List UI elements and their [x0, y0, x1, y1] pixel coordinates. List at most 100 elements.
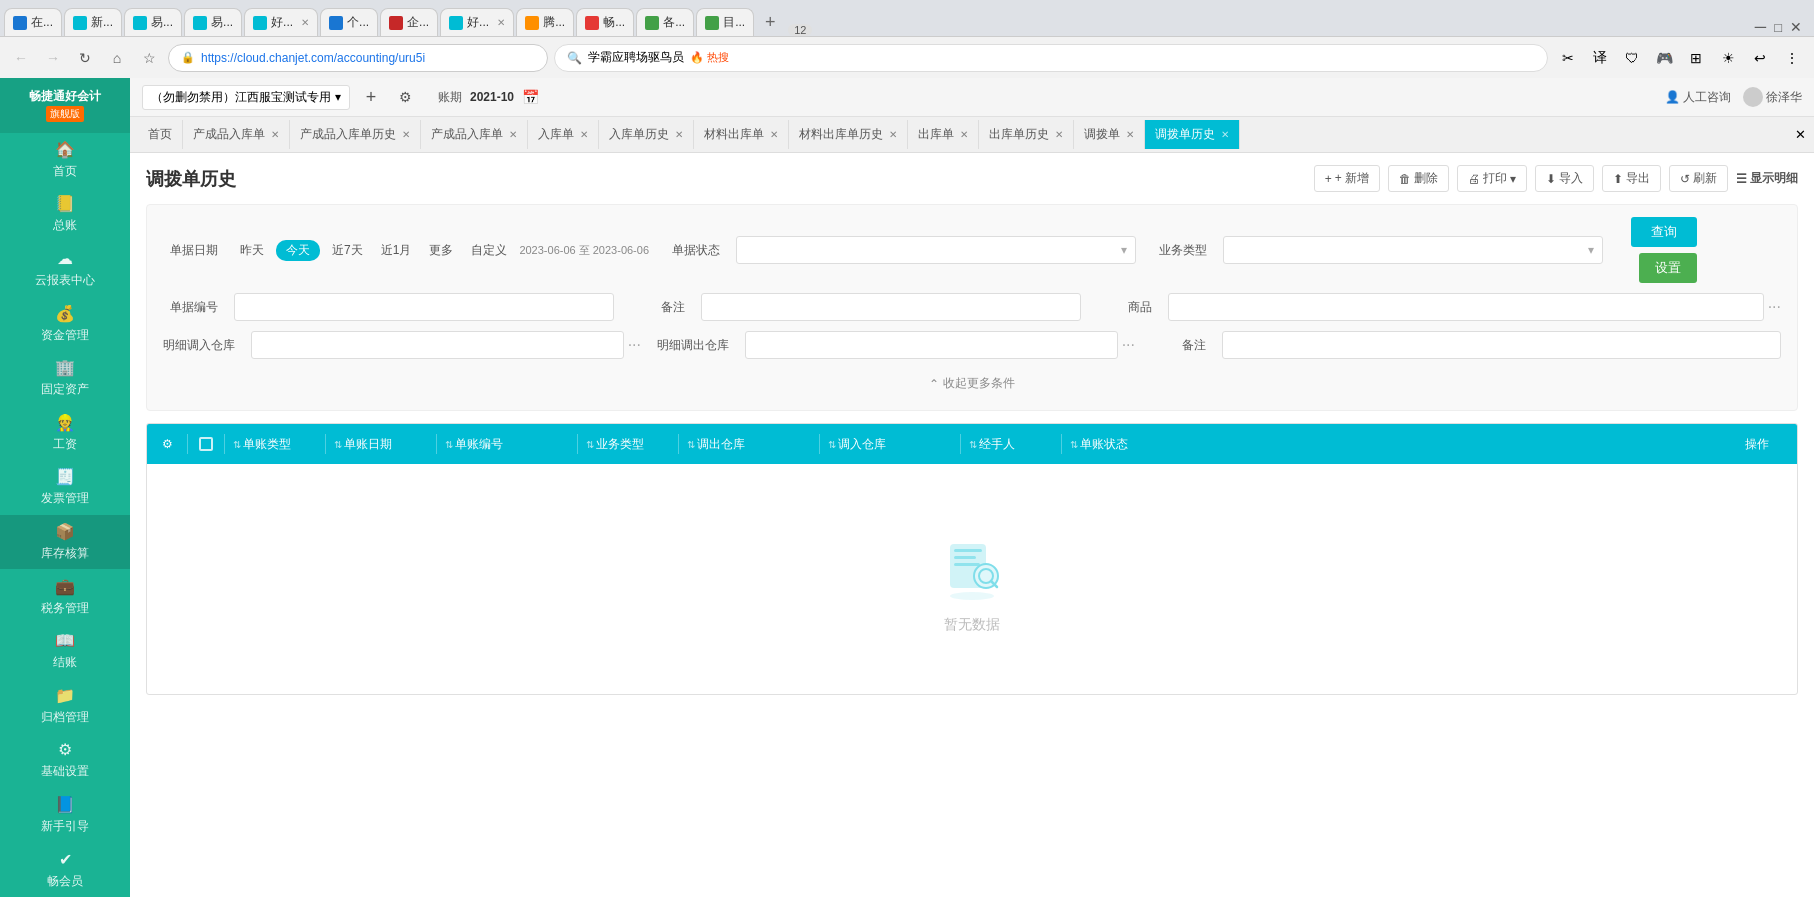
th-biz[interactable]: ⇅ 业务类型	[578, 426, 678, 463]
sidebar-item-archive[interactable]: 📁 归档管理	[0, 679, 130, 734]
detail-out-input[interactable]	[745, 331, 1118, 359]
close-transfer[interactable]: ✕	[1126, 129, 1134, 140]
close-material-outbound-history[interactable]: ✕	[889, 129, 897, 140]
sidebar-item-invoice[interactable]: 🧾 发票管理	[0, 460, 130, 515]
sidebar-item-close-account[interactable]: 📖 结账	[0, 624, 130, 679]
tab-transfer[interactable]: 调拨单 ✕	[1074, 120, 1145, 149]
browser-tab-8[interactable]: 好... ✕	[440, 8, 514, 36]
sidebar-item-salary[interactable]: 👷 工资	[0, 406, 130, 461]
sidebar-item-tax[interactable]: 💼 税务管理	[0, 569, 130, 624]
detail-in-ellipsis[interactable]: ···	[628, 336, 641, 354]
window-minimize[interactable]: ─	[1755, 18, 1766, 36]
th-in[interactable]: ⇅ 调入仓库	[820, 426, 960, 463]
support-button[interactable]: 👤 人工咨询	[1665, 89, 1731, 106]
tab-close-5[interactable]: ✕	[301, 17, 309, 28]
import-button[interactable]: ⬇ 导入	[1535, 165, 1594, 192]
browser-tab-4[interactable]: 易...	[184, 8, 242, 36]
browser-tab-1[interactable]: 在...	[4, 8, 62, 36]
window-close[interactable]: ✕	[1790, 19, 1802, 35]
close-inbound-history[interactable]: ✕	[675, 129, 683, 140]
date-7days-btn[interactable]: 近7天	[326, 240, 369, 261]
tab-material-outbound[interactable]: 材料出库单 ✕	[694, 120, 789, 149]
close-outbound-history[interactable]: ✕	[1055, 129, 1063, 140]
close-inbound[interactable]: ✕	[580, 129, 588, 140]
brightness-ext[interactable]: ☀	[1714, 44, 1742, 72]
address-input[interactable]: 🔒 https://cloud.chanjet.com/accounting/u…	[168, 44, 548, 72]
company-settings-button[interactable]: ⚙	[392, 84, 418, 110]
th-checkbox[interactable]	[188, 427, 224, 461]
tab-inbound-history[interactable]: 入库单历史 ✕	[599, 120, 694, 149]
company-selector[interactable]: （勿删勿禁用）江西服宝测试专用 ▾	[142, 85, 350, 110]
sidebar-item-member[interactable]: ✔ 畅会员	[0, 842, 130, 897]
home-button[interactable]: ⌂	[104, 45, 130, 71]
sidebar-item-home[interactable]: 🏠 首页	[0, 133, 130, 188]
sidebar-item-guide[interactable]: 📘 新手引导	[0, 788, 130, 843]
th-type[interactable]: ⇅ 单账类型	[225, 426, 325, 463]
query-button[interactable]: 查询	[1631, 217, 1697, 247]
new-button[interactable]: + + 新增	[1314, 165, 1380, 192]
th-gear[interactable]: ⚙	[147, 427, 187, 461]
menu-ext[interactable]: ⋮	[1778, 44, 1806, 72]
date-more-btn[interactable]: 更多	[423, 240, 459, 261]
goods-input[interactable]	[1168, 293, 1764, 321]
backup-input[interactable]	[1222, 331, 1781, 359]
close-material-outbound[interactable]: ✕	[770, 129, 778, 140]
bookmark-button[interactable]: ☆	[136, 45, 162, 71]
doc-num-input[interactable]	[234, 293, 614, 321]
tab-close-8[interactable]: ✕	[497, 17, 505, 28]
collapse-button[interactable]: ⌃ 收起更多条件	[929, 375, 1015, 392]
setting-button[interactable]: 设置	[1639, 253, 1697, 283]
tab-finished-inbound[interactable]: 产成品入库单 ✕	[183, 120, 290, 149]
undo-ext[interactable]: ↩	[1746, 44, 1774, 72]
tab-material-outbound-history[interactable]: 材料出库单历史 ✕	[789, 120, 908, 149]
th-status[interactable]: ⇅ 单账状态	[1062, 426, 1737, 463]
tab-transfer-history[interactable]: 调拨单历史 ✕	[1145, 120, 1240, 149]
status-select[interactable]: ▾	[736, 236, 1136, 264]
th-out[interactable]: ⇅ 调出仓库	[679, 426, 819, 463]
detail-in-input[interactable]	[251, 331, 624, 359]
biz-type-select[interactable]: ▾	[1223, 236, 1603, 264]
export-button[interactable]: ⬆ 导出	[1602, 165, 1661, 192]
delete-button[interactable]: 🗑 删除	[1388, 165, 1449, 192]
date-1month-btn[interactable]: 近1月	[375, 240, 418, 261]
sidebar-item-assets[interactable]: 🏢 固定资产	[0, 351, 130, 406]
browser-tab-2[interactable]: 新...	[64, 8, 122, 36]
sidebar-item-inventory[interactable]: 📦 库存核算	[0, 515, 130, 570]
user-button[interactable]: 徐泽华	[1743, 87, 1802, 107]
date-yesterday-btn[interactable]: 昨天	[234, 240, 270, 261]
print-button[interactable]: 🖨 打印 ▾	[1457, 165, 1527, 192]
close-all-button[interactable]: ✕	[1795, 127, 1806, 142]
remark-input[interactable]	[701, 293, 1081, 321]
tab-outbound-history[interactable]: 出库单历史 ✕	[979, 120, 1074, 149]
browser-tab-10[interactable]: 畅...	[576, 8, 634, 36]
translate-ext[interactable]: 译	[1586, 44, 1614, 72]
forward-button[interactable]: →	[40, 45, 66, 71]
browser-tab-11[interactable]: 各...	[636, 8, 694, 36]
refresh-button-page[interactable]: ↺ 刷新	[1669, 165, 1728, 192]
th-num[interactable]: ⇅ 单账编号	[437, 426, 577, 463]
close-finished-inbound-2[interactable]: ✕	[509, 129, 517, 140]
tab-inbound[interactable]: 入库单 ✕	[528, 120, 599, 149]
scissors-ext[interactable]: ✂	[1554, 44, 1582, 72]
browser-tab-7[interactable]: 企...	[380, 8, 438, 36]
refresh-button[interactable]: ↻	[72, 45, 98, 71]
game-ext[interactable]: 🎮	[1650, 44, 1678, 72]
browser-tab-3[interactable]: 易...	[124, 8, 182, 36]
close-outbound[interactable]: ✕	[960, 129, 968, 140]
select-all-checkbox[interactable]	[199, 437, 213, 451]
th-handler[interactable]: ⇅ 经手人	[961, 426, 1061, 463]
show-cols-button[interactable]: ☰ 显示明细	[1736, 165, 1798, 192]
calendar-icon[interactable]: 📅	[522, 89, 539, 105]
browser-tab-5[interactable]: 好... ✕	[244, 8, 318, 36]
goods-ellipsis[interactable]: ···	[1768, 298, 1781, 316]
tab-home[interactable]: 首页	[138, 120, 183, 149]
close-transfer-history[interactable]: ✕	[1221, 129, 1229, 140]
search-bar[interactable]: 🔍 学霸应聘场驱鸟员 🔥 热搜	[554, 44, 1548, 72]
reward-ext[interactable]: 🛡	[1618, 44, 1646, 72]
add-company-button[interactable]: +	[358, 84, 384, 110]
back-button[interactable]: ←	[8, 45, 34, 71]
th-date[interactable]: ⇅ 单账日期	[326, 426, 436, 463]
browser-tab-12[interactable]: 目...	[696, 8, 754, 36]
sidebar-item-cloud-report[interactable]: ☁ 云报表中心	[0, 242, 130, 297]
tab-finished-inbound-history[interactable]: 产成品入库单历史 ✕	[290, 120, 421, 149]
